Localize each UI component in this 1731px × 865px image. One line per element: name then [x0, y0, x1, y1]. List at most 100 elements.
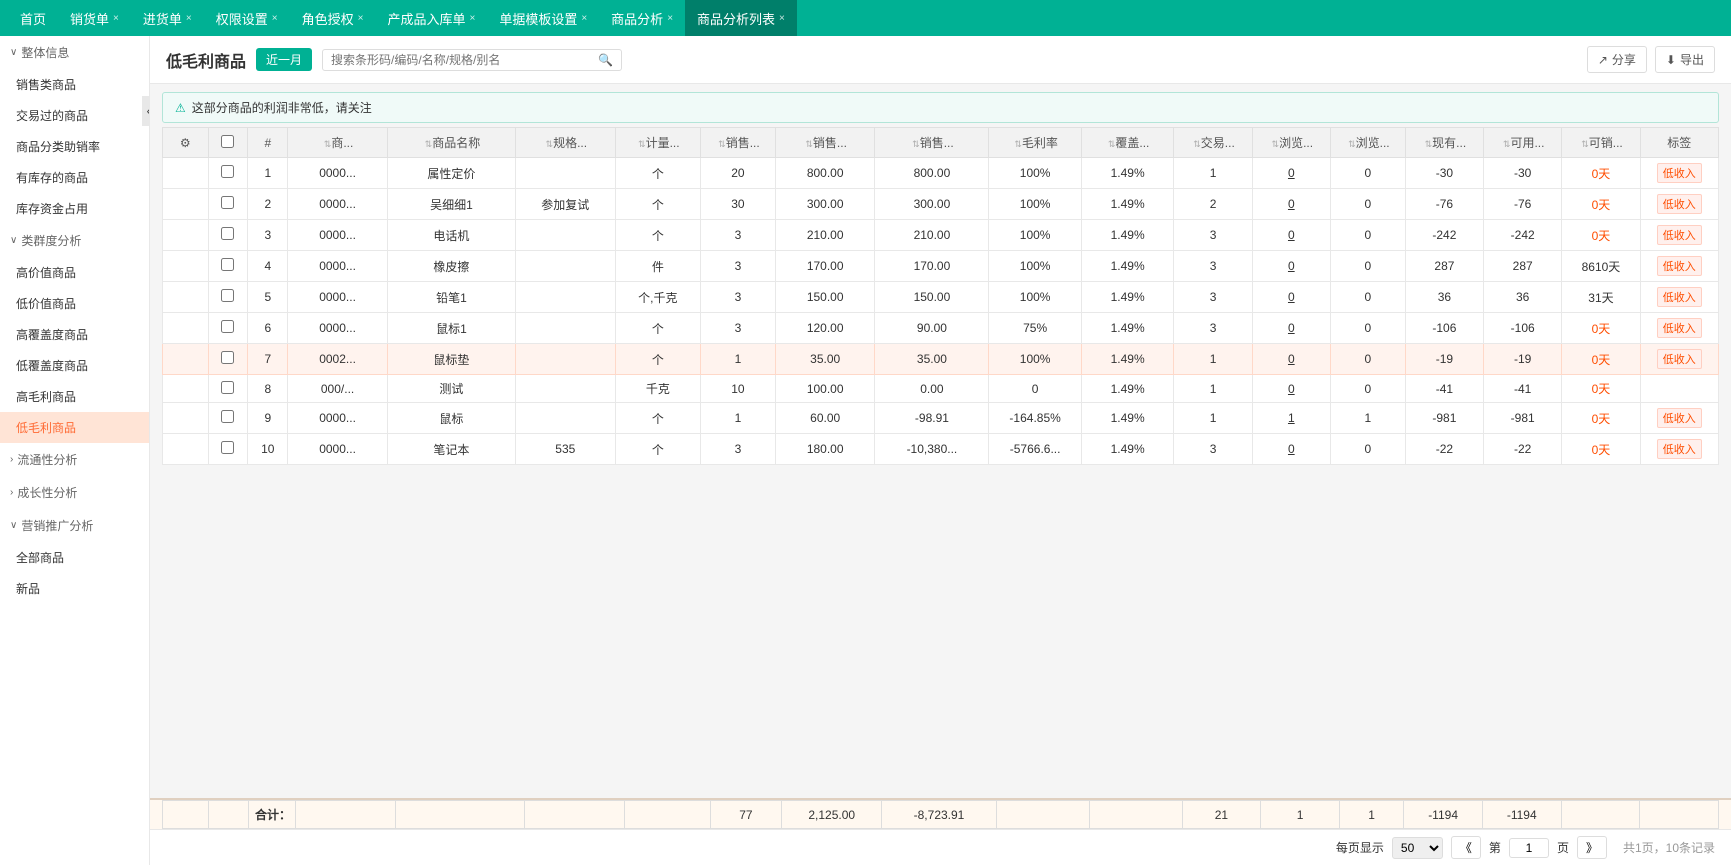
sidebar-item-traded-products[interactable]: 交易过的商品 [0, 100, 149, 131]
sidebar-item-high-margin[interactable]: 高毛利商品 [0, 381, 149, 412]
th-available-stock[interactable]: ⇅可用... [1484, 128, 1562, 158]
view1-link[interactable]: 0 [1288, 382, 1295, 396]
row-checkbox[interactable] [221, 196, 234, 209]
sidebar-item-low-coverage[interactable]: 低覆盖度商品 [0, 350, 149, 381]
row-view1[interactable]: 1 [1252, 403, 1330, 434]
tag-badge: 低收入 [1657, 163, 1702, 183]
sidebar-item-low-margin[interactable]: 低毛利商品 [0, 412, 149, 443]
view1-link[interactable]: 0 [1288, 321, 1295, 335]
nav-purchase-order[interactable]: 进货单 × [131, 0, 204, 36]
th-view2[interactable]: ⇅浏览... [1330, 128, 1405, 158]
view1-link[interactable]: 0 [1288, 352, 1295, 366]
th-checkbox[interactable] [208, 128, 248, 158]
row-view1[interactable]: 0 [1252, 313, 1330, 344]
share-button[interactable]: ↗ 分享 [1587, 46, 1647, 73]
row-view1[interactable]: 0 [1252, 344, 1330, 375]
close-icon[interactable]: × [272, 13, 278, 24]
sidebar-group-circulation[interactable]: › 流通性分析 [0, 443, 149, 476]
row-checkbox[interactable] [221, 320, 234, 333]
nav-sales-order[interactable]: 销货单 × [58, 0, 131, 36]
sidebar-item-sales-products[interactable]: 销售类商品 [0, 69, 149, 100]
row-checkbox[interactable] [221, 351, 234, 364]
row-checkbox[interactable] [221, 258, 234, 271]
th-transaction[interactable]: ⇅交易... [1174, 128, 1252, 158]
view1-link[interactable]: 0 [1288, 442, 1295, 456]
sidebar-group-marketing[interactable]: ∨ 营销推广分析 [0, 509, 149, 542]
row-name: 测试 [387, 375, 515, 403]
sidebar-item-high-value[interactable]: 高价值商品 [0, 257, 149, 288]
row-view1[interactable]: 0 [1252, 220, 1330, 251]
view1-link[interactable]: 0 [1288, 228, 1295, 242]
row-view1[interactable]: 0 [1252, 251, 1330, 282]
row-checkbox[interactable] [221, 381, 234, 394]
row-view1[interactable]: 0 [1252, 189, 1330, 220]
next-page-button[interactable]: 》 [1577, 836, 1607, 859]
search-icon[interactable]: 🔍 [598, 53, 613, 67]
nav-roles[interactable]: 角色授权 × [290, 0, 376, 36]
row-view1[interactable]: 0 [1252, 282, 1330, 313]
th-unit[interactable]: ⇅计量... [615, 128, 700, 158]
nav-permissions[interactable]: 权限设置 × [204, 0, 290, 36]
close-icon[interactable]: × [113, 13, 119, 24]
sidebar-item-category-assist[interactable]: 商品分类助销率 [0, 131, 149, 162]
row-gross-margin: 100% [989, 158, 1082, 189]
view1-link[interactable]: 1 [1288, 411, 1295, 425]
row-view1[interactable]: 0 [1252, 434, 1330, 465]
sidebar-collapse-button[interactable]: « [142, 96, 150, 126]
nav-template-settings[interactable]: 单据模板设置 × [487, 0, 599, 36]
close-icon[interactable]: × [469, 13, 475, 24]
date-filter-button[interactable]: 近一月 [256, 48, 312, 71]
sidebar-item-capital-usage[interactable]: 库存资金占用 [0, 193, 149, 224]
sidebar-group-growth[interactable]: › 成长性分析 [0, 476, 149, 509]
th-current-stock[interactable]: ⇅现有... [1405, 128, 1483, 158]
row-checkbox[interactable] [221, 165, 234, 178]
th-sales-profit[interactable]: ⇅销售... [875, 128, 989, 158]
sidebar-item-all-products[interactable]: 全部商品 [0, 542, 149, 573]
close-icon[interactable]: × [667, 13, 673, 24]
th-settings[interactable]: ⚙ [163, 128, 209, 158]
close-icon[interactable]: × [779, 13, 785, 24]
sidebar-group-cluster[interactable]: ∨ 类群度分析 [0, 224, 149, 257]
nav-product-analysis[interactable]: 商品分析 × [599, 0, 685, 36]
row-view1[interactable]: 0 [1252, 158, 1330, 189]
th-coverage[interactable]: ⇅覆盖... [1081, 128, 1174, 158]
view1-link[interactable]: 0 [1288, 290, 1295, 304]
export-button[interactable]: ⬇ 导出 [1655, 46, 1715, 73]
th-sales-qty[interactable]: ⇅销售... [701, 128, 776, 158]
select-all-checkbox[interactable] [221, 135, 234, 148]
row-checkbox[interactable] [221, 227, 234, 240]
row-checkbox[interactable] [221, 441, 234, 454]
nav-home[interactable]: 首页 [8, 0, 58, 36]
nav-product-analysis-list[interactable]: 商品分析列表 × [685, 0, 797, 36]
sidebar-item-in-stock[interactable]: 有库存的商品 [0, 162, 149, 193]
th-spec[interactable]: ⇅规格... [515, 128, 615, 158]
close-icon[interactable]: × [186, 13, 192, 24]
th-saleable-days[interactable]: ⇅可销... [1562, 128, 1640, 158]
row-available-stock: -76 [1484, 189, 1562, 220]
view1-link[interactable]: 0 [1288, 197, 1295, 211]
close-icon[interactable]: × [358, 13, 364, 24]
page-number-input[interactable] [1509, 838, 1549, 858]
th-code[interactable]: ⇅商... [288, 128, 388, 158]
sidebar-group-overall[interactable]: ∨ 整体信息 [0, 36, 149, 69]
th-view1[interactable]: ⇅浏览... [1252, 128, 1330, 158]
th-gross-margin[interactable]: ⇅毛利率 [989, 128, 1082, 158]
nav-product-stock[interactable]: 产成品入库单 × [375, 0, 487, 36]
th-name[interactable]: ⇅商品名称 [387, 128, 515, 158]
page-size-select[interactable]: 50 100 200 [1392, 837, 1443, 859]
sidebar-item-high-coverage[interactable]: 高覆盖度商品 [0, 319, 149, 350]
view1-link[interactable]: 0 [1288, 166, 1295, 180]
search-input[interactable] [331, 53, 598, 67]
prev-page-button[interactable]: 《 [1451, 836, 1481, 859]
sidebar-item-new-products[interactable]: 新品 [0, 573, 149, 604]
row-checkbox[interactable] [221, 289, 234, 302]
th-tags[interactable]: 标签 [1640, 128, 1718, 158]
sidebar-item-low-value[interactable]: 低价值商品 [0, 288, 149, 319]
row-sales-profit: 800.00 [875, 158, 989, 189]
row-coverage: 1.49% [1081, 282, 1174, 313]
close-icon[interactable]: × [581, 13, 587, 24]
view1-link[interactable]: 0 [1288, 259, 1295, 273]
row-checkbox[interactable] [221, 410, 234, 423]
th-sales-amount[interactable]: ⇅销售... [775, 128, 875, 158]
row-view1[interactable]: 0 [1252, 375, 1330, 403]
